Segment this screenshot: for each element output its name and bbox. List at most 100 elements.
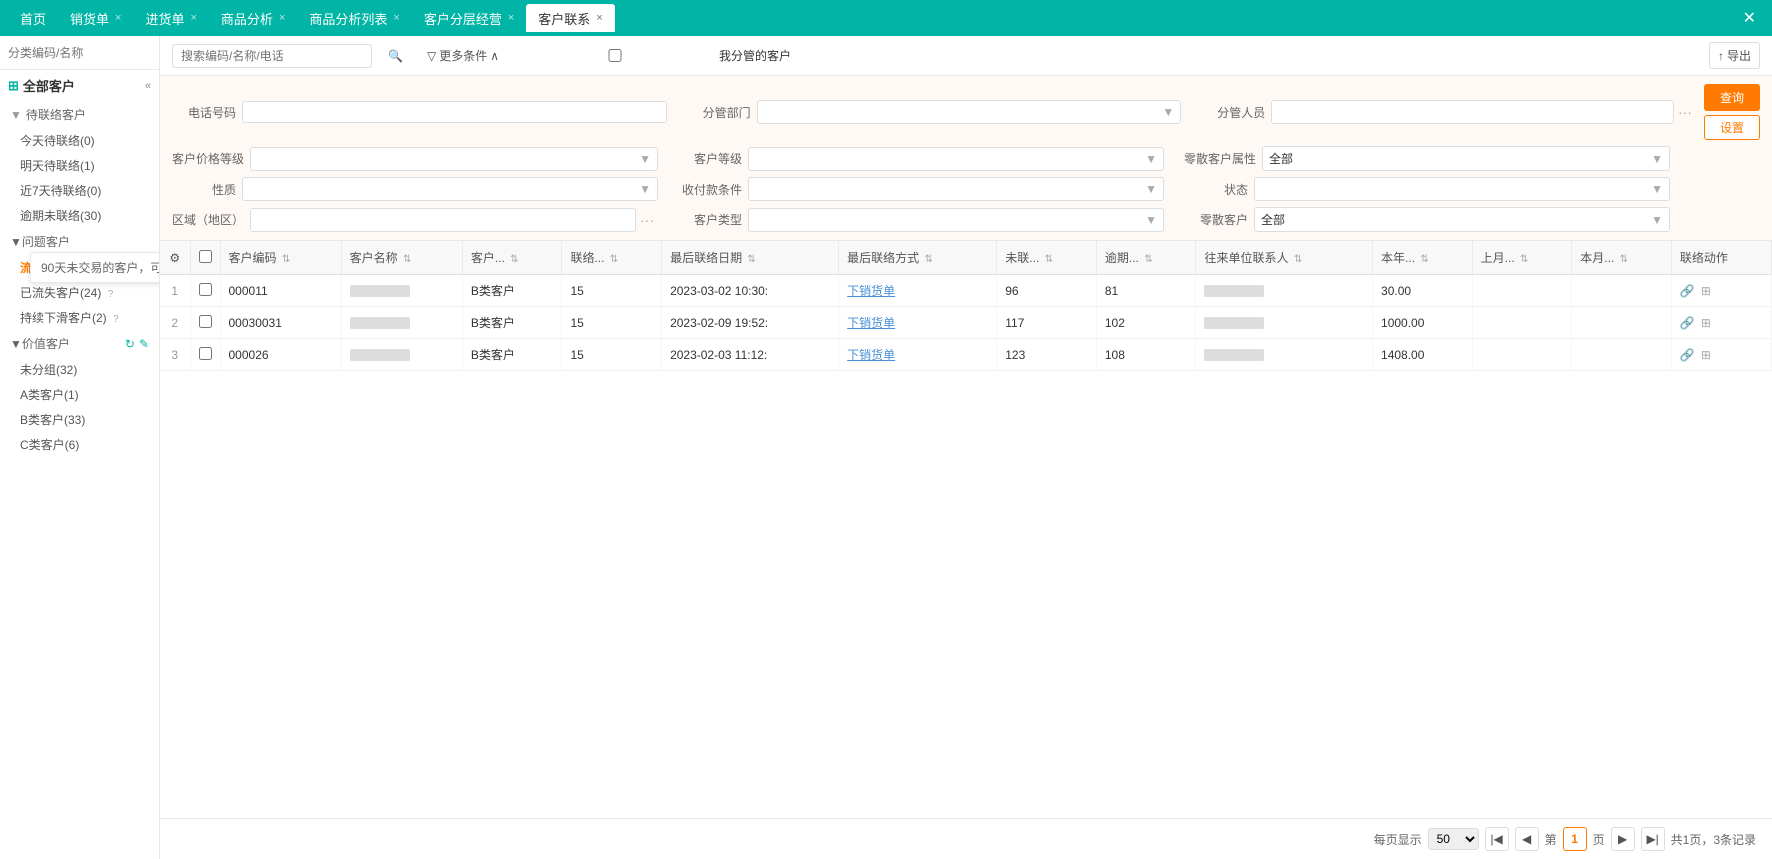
status-select[interactable]: ▼ bbox=[1254, 177, 1670, 201]
tab-close-customer-contact[interactable]: × bbox=[596, 12, 602, 24]
filter-row-2: 客户价格等级 ▼ 客户等级 ▼ 零散客户属性 全部 bbox=[172, 146, 1760, 171]
zero-attr-select[interactable]: 全部 ▼ bbox=[1262, 146, 1670, 171]
sidebar-search-input[interactable] bbox=[8, 46, 160, 60]
per-page-select[interactable]: 50 100 200 bbox=[1428, 828, 1479, 850]
sidebar-item-7days[interactable]: 近7天待联络(0) bbox=[0, 178, 159, 203]
action-more-icon[interactable]: ⊞ bbox=[1701, 348, 1711, 362]
col-this-year[interactable]: 本年... ⇅ bbox=[1373, 241, 1473, 275]
filter-price-grade: 客户价格等级 ▼ bbox=[172, 147, 658, 171]
region-more-icon[interactable]: ··· bbox=[636, 212, 658, 228]
my-customers-checkbox-label[interactable]: 我分管的客户 bbox=[515, 47, 791, 64]
tab-close-product-analysis[interactable]: × bbox=[279, 12, 285, 24]
col-contact[interactable]: 联络... ⇅ bbox=[562, 241, 662, 275]
tab-product-list[interactable]: 商品分析列表 × bbox=[297, 4, 411, 32]
sidebar-item-class-b[interactable]: B类客户(33) bbox=[0, 407, 159, 432]
action-link-icon[interactable]: 🔗 bbox=[1680, 348, 1695, 362]
sidebar-item-unclassified[interactable]: 未分组(32) bbox=[0, 357, 159, 382]
sidebar-item-class-a[interactable]: A类客户(1) bbox=[0, 382, 159, 407]
next-page-button[interactable]: ▶ bbox=[1611, 827, 1635, 851]
export-button[interactable]: ↑ 导出 bbox=[1709, 42, 1760, 69]
row-code: 000026 bbox=[220, 339, 341, 371]
grade-select[interactable]: ▼ bbox=[748, 147, 1164, 171]
row-last-method: 下销货单 bbox=[839, 307, 997, 339]
row-type: B类客户 bbox=[462, 339, 562, 371]
action-link-icon[interactable]: 🔗 bbox=[1680, 316, 1695, 330]
group-pending-title[interactable]: ▼ 待联络客户 bbox=[0, 101, 159, 128]
group-value-title[interactable]: ▼ 价值客户 ↻ ✎ bbox=[0, 330, 159, 357]
tab-sales[interactable]: 销货单 × bbox=[58, 4, 133, 32]
tab-product-analysis[interactable]: 商品分析 × bbox=[209, 4, 297, 32]
zero-customer-select[interactable]: 全部 ▼ bbox=[1254, 207, 1670, 232]
region-select[interactable] bbox=[250, 208, 636, 232]
row-this-year: 1408.00 bbox=[1373, 339, 1473, 371]
select-all-checkbox[interactable] bbox=[199, 250, 212, 263]
price-grade-select[interactable]: ▼ bbox=[250, 147, 658, 171]
all-customers-title[interactable]: ⊞ 全部客户 « bbox=[0, 70, 159, 101]
tab-close-purchase[interactable]: × bbox=[190, 12, 196, 24]
sidebar-item-overdue[interactable]: 逾期未联络(30) bbox=[0, 203, 159, 228]
type-select[interactable]: ▼ bbox=[748, 208, 1164, 232]
search-button[interactable]: 🔍 bbox=[380, 45, 411, 67]
col-settings[interactable]: ⚙ bbox=[160, 241, 190, 275]
export-icon: ↑ bbox=[1718, 49, 1724, 63]
filter-icon: ▽ bbox=[427, 49, 436, 63]
tab-customer-contact[interactable]: 客户联系 × bbox=[526, 4, 614, 32]
col-this-month[interactable]: 本月... ⇅ bbox=[1572, 241, 1672, 275]
col-uncontacted[interactable]: 未联... ⇅ bbox=[997, 241, 1097, 275]
settings-button[interactable]: 设置 bbox=[1704, 115, 1760, 140]
tab-customer-segment[interactable]: 客户分层经营 × bbox=[412, 4, 526, 32]
prev-page-button[interactable]: ◀ bbox=[1515, 827, 1539, 851]
window-close-button[interactable]: ✕ bbox=[1735, 8, 1764, 28]
dept-select-arrow: ▼ bbox=[1162, 105, 1174, 119]
row-checkbox[interactable] bbox=[199, 283, 212, 296]
col-last-contact-date[interactable]: 最后联络日期 ⇅ bbox=[662, 241, 839, 275]
group-problem-customers: ▼ 问题客户 90天未交易的客户，可能有流失风险。 流失预警客户(3) ● 已流… bbox=[0, 228, 159, 330]
more-conditions-button[interactable]: ▽ 更多条件 ∧ bbox=[419, 43, 507, 68]
sidebar-item-churned[interactable]: 已流失客户(24) ? bbox=[0, 280, 159, 305]
tab-close-customer-segment[interactable]: × bbox=[508, 12, 514, 24]
person-select[interactable] bbox=[1271, 100, 1674, 124]
pagination: 每页显示 50 100 200 |◀ ◀ 第 1 页 ▶ ▶| 共1页，3条记录 bbox=[160, 818, 1772, 859]
sidebar-item-declining[interactable]: 持续下滑客户(2) ? bbox=[0, 305, 159, 330]
first-page-button[interactable]: |◀ bbox=[1485, 827, 1509, 851]
filter-more-icon[interactable]: ··· bbox=[1674, 104, 1696, 120]
filter-row-1: 电话号码 分管部门 ▼ 分管人员 ··· 查询 bbox=[172, 84, 1760, 140]
col-name[interactable]: 客户名称 ⇅ bbox=[341, 241, 462, 275]
query-button[interactable]: 查询 bbox=[1704, 84, 1760, 111]
table-row: 2 00030031 B类客户 15 2023-02-09 19:52: 下销货… bbox=[160, 307, 1772, 339]
tab-purchase[interactable]: 进货单 × bbox=[133, 4, 208, 32]
my-customers-checkbox[interactable] bbox=[515, 49, 715, 62]
search-input[interactable] bbox=[172, 44, 372, 68]
action-link-icon[interactable]: 🔗 bbox=[1680, 284, 1695, 298]
sort-icon-last-month: ⇅ bbox=[1520, 254, 1528, 265]
col-actions: 联络动作 bbox=[1671, 241, 1771, 275]
phone-input[interactable] bbox=[242, 101, 667, 123]
sidebar-item-tomorrow[interactable]: 明天待联络(1) bbox=[0, 153, 159, 178]
action-more-icon[interactable]: ⊞ bbox=[1701, 316, 1711, 330]
col-code[interactable]: 客户编码 ⇅ bbox=[220, 241, 341, 275]
row-last-method: 下销货单 bbox=[839, 275, 997, 307]
col-person[interactable]: 往来单位联系人 ⇅ bbox=[1196, 241, 1373, 275]
dept-select[interactable]: ▼ bbox=[757, 100, 1182, 124]
table-container: ⚙ 客户编码 ⇅ 客户名称 ⇅ 客户... bbox=[160, 241, 1772, 818]
tab-home[interactable]: 首页 bbox=[8, 4, 58, 32]
last-page-button[interactable]: ▶| bbox=[1641, 827, 1665, 851]
payment-select[interactable]: ▼ bbox=[748, 177, 1164, 201]
sidebar-item-class-c[interactable]: C类客户(6) bbox=[0, 432, 159, 457]
gender-select[interactable]: ▼ bbox=[242, 177, 658, 201]
refresh-icon[interactable]: ↻ bbox=[125, 337, 135, 351]
group-problem-title[interactable]: ▼ 问题客户 bbox=[0, 228, 159, 255]
tab-close-sales[interactable]: × bbox=[115, 12, 121, 24]
sidebar-item-churn-warning[interactable]: 流失预警客户(3) ● bbox=[0, 255, 159, 280]
col-last-month[interactable]: 上月... ⇅ bbox=[1472, 241, 1572, 275]
col-overdue[interactable]: 逾期... ⇅ bbox=[1096, 241, 1196, 275]
edit-icon[interactable]: ✎ bbox=[139, 337, 149, 351]
col-type[interactable]: 客户... ⇅ bbox=[462, 241, 562, 275]
col-last-contact-method[interactable]: 最后联络方式 ⇅ bbox=[839, 241, 997, 275]
action-more-icon[interactable]: ⊞ bbox=[1701, 284, 1711, 298]
sidebar-item-today[interactable]: 今天待联络(0) bbox=[0, 128, 159, 153]
row-checkbox[interactable] bbox=[199, 347, 212, 360]
row-type: B类客户 bbox=[462, 307, 562, 339]
row-checkbox[interactable] bbox=[199, 315, 212, 328]
tab-close-product-list[interactable]: × bbox=[393, 12, 399, 24]
